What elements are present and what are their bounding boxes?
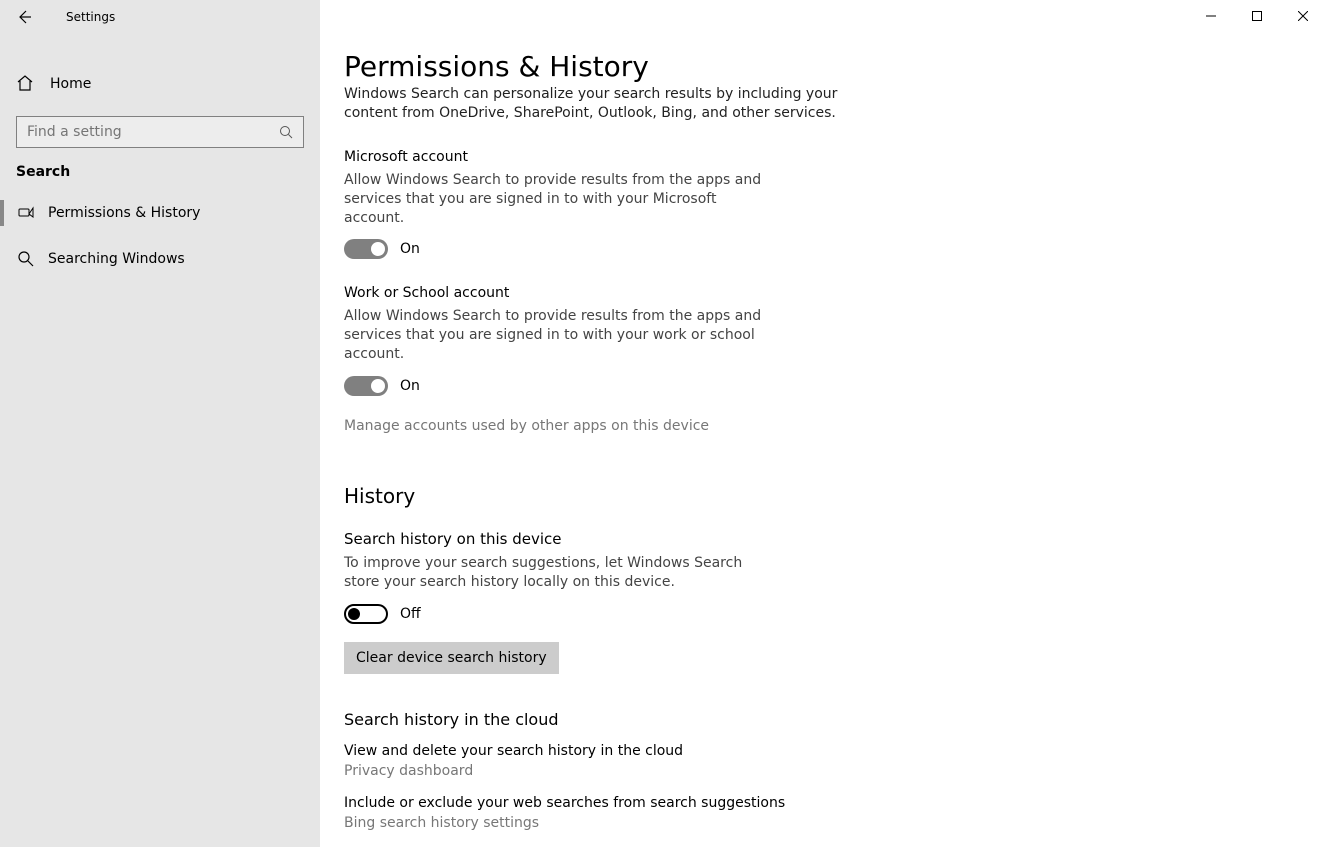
- arrow-left-icon: [16, 9, 32, 25]
- search-input[interactable]: [27, 124, 279, 140]
- device-history-heading: Search history on this device: [344, 530, 896, 548]
- maximize-icon: [1252, 11, 1262, 21]
- device-history-toggle-row: Off: [344, 604, 896, 624]
- sidebar-item-permissions-history[interactable]: Permissions & History: [0, 190, 320, 236]
- device-history-toggle-label: Off: [400, 606, 421, 622]
- cloud-history-heading: Search history in the cloud: [344, 710, 896, 729]
- search-icon: [279, 125, 293, 139]
- ms-account-toggle-label: On: [400, 241, 420, 257]
- device-history-desc: To improve your search suggestions, let …: [344, 554, 774, 592]
- work-account-toggle-row: On: [344, 376, 896, 396]
- close-button[interactable]: [1280, 0, 1326, 32]
- permissions-icon: [16, 203, 36, 223]
- minimize-button[interactable]: [1188, 0, 1234, 32]
- ms-account-toggle[interactable]: [344, 239, 388, 259]
- cloud-include-line: Include or exclude your web searches fro…: [344, 795, 896, 811]
- cloud-view-line: View and delete your search history in t…: [344, 743, 896, 759]
- searching-windows-icon: [16, 249, 36, 269]
- window-controls: [1188, 0, 1326, 32]
- page-title: Permissions & History: [344, 50, 896, 83]
- search-wrap: [0, 116, 320, 148]
- ms-account-toggle-row: On: [344, 239, 896, 259]
- work-account-desc: Allow Windows Search to provide results …: [344, 307, 774, 364]
- sidebar: Settings Home Search Permissions & Histo…: [0, 0, 320, 847]
- home-icon: [16, 74, 36, 94]
- intro-text-1: Windows Search can personalize your sear…: [344, 85, 896, 104]
- sidebar-item-searching-windows[interactable]: Searching Windows: [0, 236, 320, 282]
- sidebar-item-label: Permissions & History: [48, 205, 200, 221]
- home-nav[interactable]: Home: [0, 62, 320, 106]
- device-history-toggle[interactable]: [344, 604, 388, 624]
- home-label: Home: [50, 76, 91, 92]
- work-account-toggle-label: On: [400, 378, 420, 394]
- back-button[interactable]: [10, 3, 38, 31]
- ms-account-heading: Microsoft account: [344, 149, 896, 165]
- minimize-icon: [1206, 11, 1216, 21]
- privacy-dashboard-link[interactable]: Privacy dashboard: [344, 763, 896, 779]
- window-title: Settings: [66, 10, 115, 24]
- manage-accounts-link[interactable]: Manage accounts used by other apps on th…: [344, 418, 896, 434]
- sidebar-item-label: Searching Windows: [48, 251, 185, 267]
- ms-account-desc: Allow Windows Search to provide results …: [344, 171, 774, 228]
- bing-history-link[interactable]: Bing search history settings: [344, 815, 896, 831]
- content: Permissions & History Windows Search can…: [320, 0, 920, 831]
- history-heading: History: [344, 484, 896, 508]
- work-account-toggle[interactable]: [344, 376, 388, 396]
- sidebar-section-label: Search: [0, 148, 320, 190]
- close-icon: [1298, 11, 1308, 21]
- work-account-heading: Work or School account: [344, 285, 896, 301]
- intro-text-2: content from OneDrive, SharePoint, Outlo…: [344, 104, 896, 123]
- clear-device-history-button[interactable]: Clear device search history: [344, 642, 559, 674]
- sidebar-top: Settings: [0, 0, 320, 34]
- maximize-button[interactable]: [1234, 0, 1280, 32]
- search-box[interactable]: [16, 116, 304, 148]
- main: Permissions & History Windows Search can…: [320, 0, 1326, 847]
